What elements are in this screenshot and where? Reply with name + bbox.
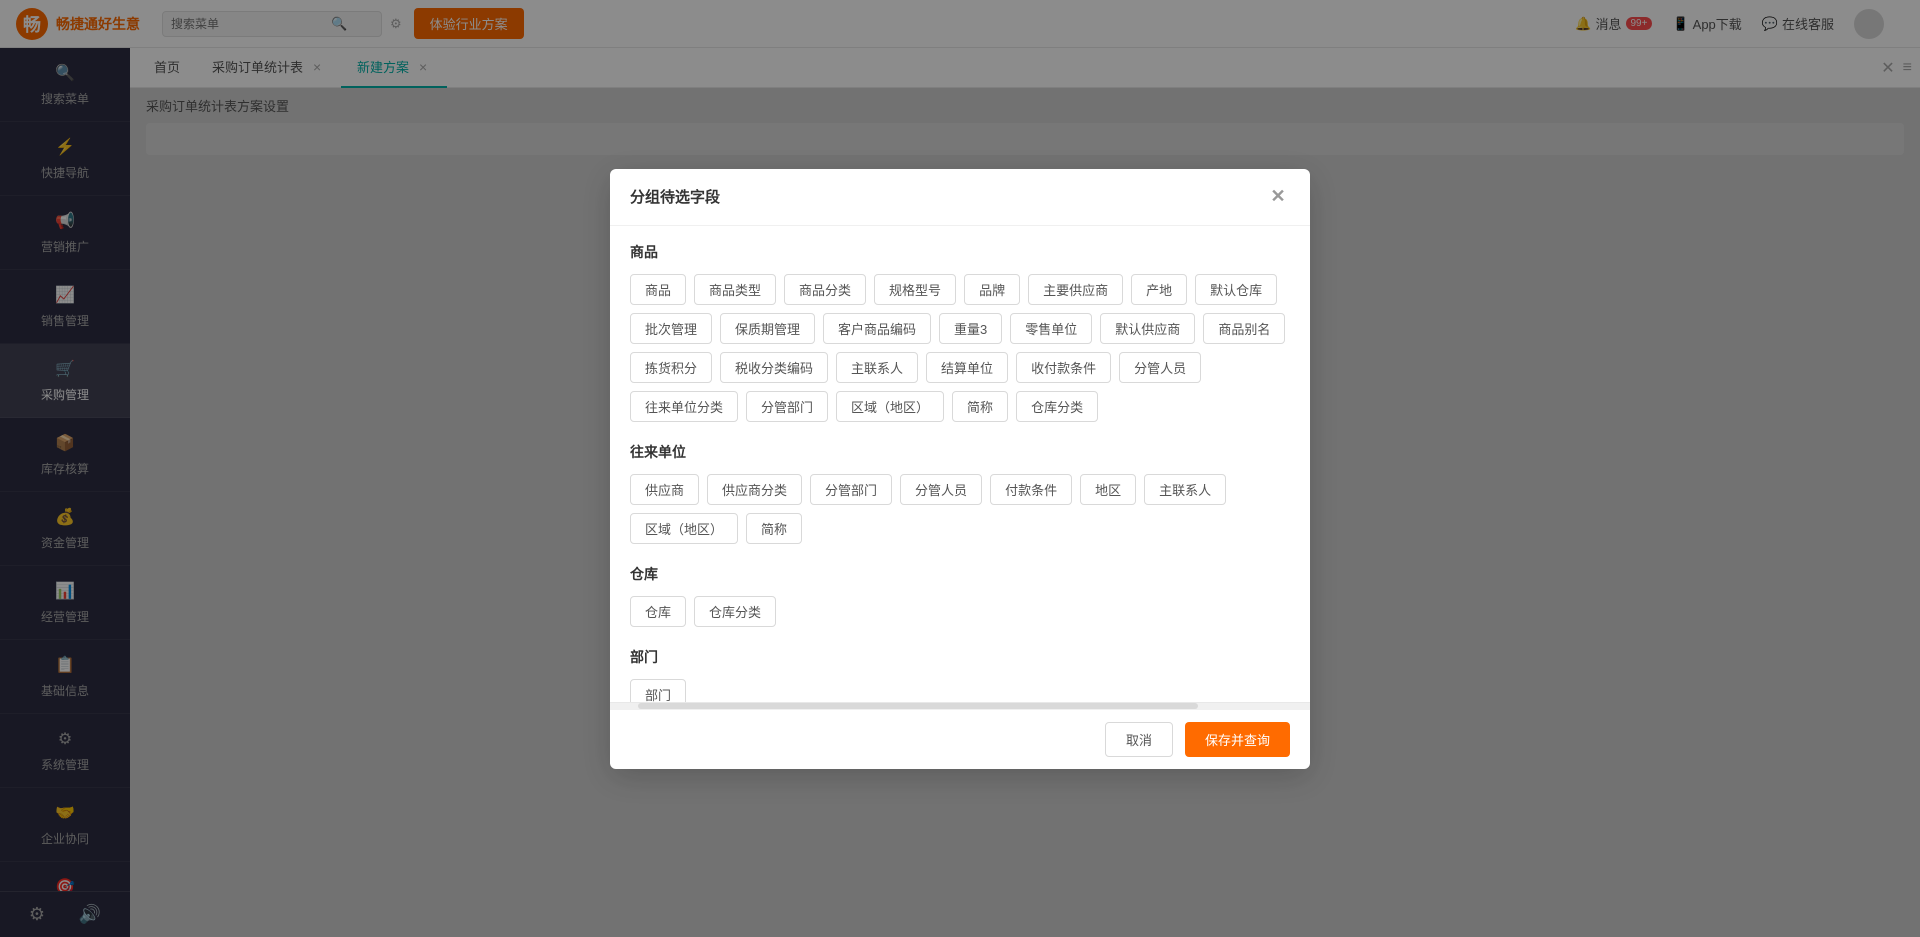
field-tag[interactable]: 品牌 [964,274,1020,305]
field-tag[interactable]: 分管人员 [900,474,982,505]
modal-close-button[interactable]: ✕ [1266,185,1290,209]
cancel-button[interactable]: 取消 [1105,722,1173,757]
field-tag[interactable]: 往来单位分类 [630,391,738,422]
field-tag[interactable]: 商品别名 [1203,313,1285,344]
modal-footer: 取消 保存并查询 [610,709,1310,769]
field-tag[interactable]: 主联系人 [836,352,918,383]
field-tag[interactable]: 零售单位 [1010,313,1092,344]
field-tag[interactable]: 商品 [630,274,686,305]
section-warehouse-title: 仓库 [630,564,1290,584]
field-tag[interactable]: 收付款条件 [1016,352,1111,383]
field-tag[interactable]: 保质期管理 [720,313,815,344]
field-tag[interactable]: 重量3 [939,313,1002,344]
field-grid-department: 部门 [630,679,1290,702]
field-tag[interactable]: 批次管理 [630,313,712,344]
field-tag[interactable]: 分管部门 [746,391,828,422]
field-tag[interactable]: 商品分类 [784,274,866,305]
field-tag[interactable]: 简称 [952,391,1008,422]
field-grid-partner: 供应商 供应商分类 分管部门 分管人员 付款条件 地区 主联系人 区域（地区） … [630,474,1290,544]
section-partner: 往来单位 供应商 供应商分类 分管部门 分管人员 付款条件 地区 主联系人 区域… [630,442,1290,544]
section-goods: 商品 商品 商品类型 商品分类 规格型号 品牌 主要供应商 产地 默认仓库 批次… [630,242,1290,422]
field-tag[interactable]: 主要供应商 [1028,274,1123,305]
field-tag[interactable]: 税收分类编码 [720,352,828,383]
field-tag[interactable]: 仓库分类 [694,596,776,627]
save-button[interactable]: 保存并查询 [1185,722,1290,757]
field-tag[interactable]: 主联系人 [1144,474,1226,505]
field-tag[interactable]: 仓库 [630,596,686,627]
field-grid-goods: 商品 商品类型 商品分类 规格型号 品牌 主要供应商 产地 默认仓库 批次管理 … [630,274,1290,422]
field-tag[interactable]: 部门 [630,679,686,702]
field-tag[interactable]: 简称 [746,513,802,544]
section-goods-title: 商品 [630,242,1290,262]
modal-overlay: 分组待选字段 ✕ 商品 商品 商品类型 商品分类 规格型号 品牌 主要供应商 产… [0,0,1920,937]
field-tag[interactable]: 结算单位 [926,352,1008,383]
field-tag[interactable]: 区域（地区） [836,391,944,422]
field-tag[interactable]: 区域（地区） [630,513,738,544]
field-select-modal: 分组待选字段 ✕ 商品 商品 商品类型 商品分类 规格型号 品牌 主要供应商 产… [610,169,1310,769]
field-tag[interactable]: 规格型号 [874,274,956,305]
field-tag[interactable]: 默认仓库 [1195,274,1277,305]
section-department: 部门 部门 [630,647,1290,702]
field-tag[interactable]: 默认供应商 [1100,313,1195,344]
field-tag[interactable]: 付款条件 [990,474,1072,505]
section-department-title: 部门 [630,647,1290,667]
field-tag[interactable]: 产地 [1131,274,1187,305]
field-tag[interactable]: 供应商 [630,474,699,505]
field-tag[interactable]: 仓库分类 [1016,391,1098,422]
field-tag[interactable]: 拣货积分 [630,352,712,383]
field-tag[interactable]: 分管人员 [1119,352,1201,383]
modal-title: 分组待选字段 [630,186,720,207]
section-warehouse: 仓库 仓库 仓库分类 [630,564,1290,627]
field-tag[interactable]: 客户商品编码 [823,313,931,344]
field-grid-warehouse: 仓库 仓库分类 [630,596,1290,627]
modal-hscrollbar[interactable] [610,702,1310,709]
field-tag[interactable]: 供应商分类 [707,474,802,505]
field-tag[interactable]: 地区 [1080,474,1136,505]
field-tag[interactable]: 分管部门 [810,474,892,505]
modal-header: 分组待选字段 ✕ [610,169,1310,226]
section-partner-title: 往来单位 [630,442,1290,462]
modal-body: 商品 商品 商品类型 商品分类 规格型号 品牌 主要供应商 产地 默认仓库 批次… [610,226,1310,702]
field-tag[interactable]: 商品类型 [694,274,776,305]
